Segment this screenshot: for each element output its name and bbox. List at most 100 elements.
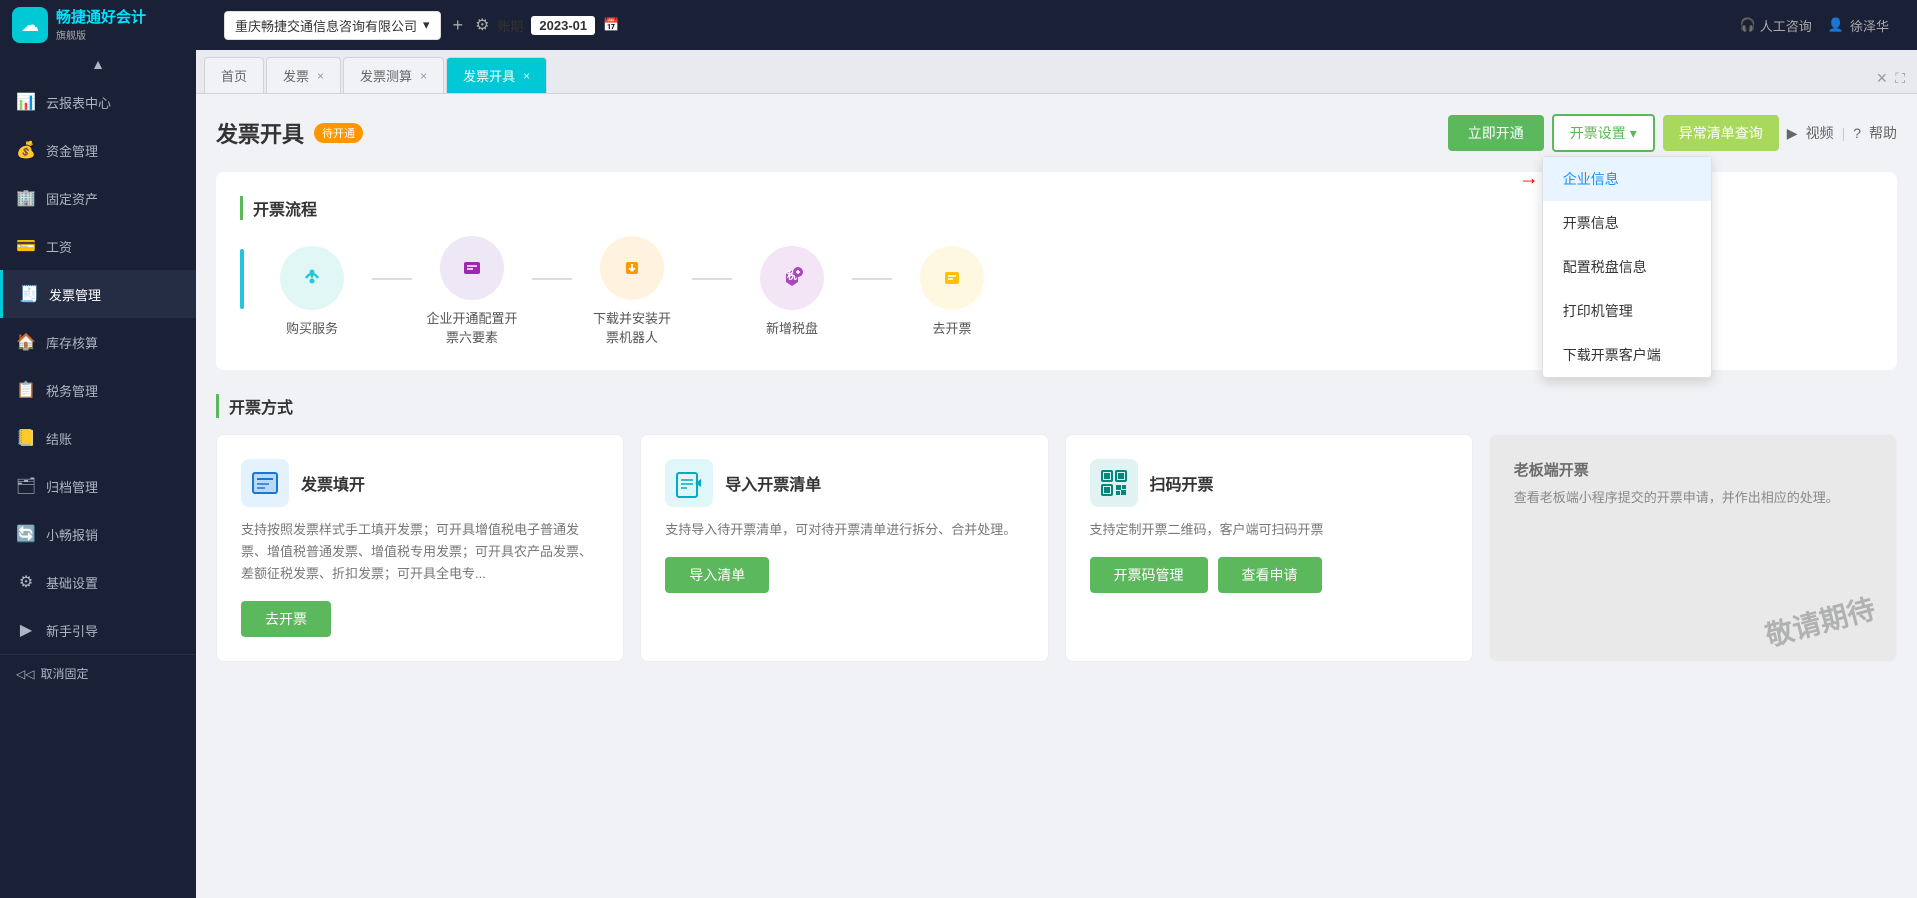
sidebar-item-label: 基础设置 <box>46 573 98 592</box>
sidebar-item-label: 发票管理 <box>49 285 101 304</box>
methods-section: 开票方式 <box>216 394 1897 662</box>
dropdown-download-client-label: 下载开票客户端 <box>1563 347 1661 363</box>
video-label[interactable]: 视频 <box>1806 123 1834 143</box>
settings-icon: ⚙ <box>16 572 36 592</box>
sidebar-item-label: 库存核算 <box>46 333 98 352</box>
sidebar-item-archive[interactable]: 🗂 归档管理 <box>0 462 196 510</box>
method-boss-title: 老板端开票 <box>1514 459 1872 480</box>
sidebar-item-expense[interactable]: 🔄 小畅报销 <box>0 510 196 558</box>
sidebar-item-label: 结账 <box>46 429 72 448</box>
sidebar-item-label: 工资 <box>46 237 72 256</box>
sidebar-item-fund[interactable]: 💰 资金管理 <box>0 126 196 174</box>
sidebar-item-settlement[interactable]: 📒 结账 <box>0 414 196 462</box>
flow-arrow-4 <box>852 278 892 280</box>
method-card-boss: 老板端开票 查看老板端小程序提交的开票申请，并作出相应的处理。 敬请期待 <box>1489 434 1897 662</box>
flow-arrow-2 <box>532 278 572 280</box>
support-button[interactable]: 🎧 人工咨询 <box>1740 16 1812 35</box>
payroll-icon: 💳 <box>16 236 36 256</box>
invoice-icon: 🧾 <box>19 284 39 304</box>
method-scan-buttons: 开票码管理 查看申请 <box>1090 557 1448 593</box>
separator: | <box>1842 125 1846 141</box>
headset-icon: 🎧 <box>1740 17 1756 33</box>
method-import-desc: 支持导入待开票清单，可对待开票清单进行拆分、合并处理。 <box>665 519 1023 541</box>
tab-invoice-calc-close[interactable]: × <box>420 69 427 83</box>
dropdown-item-tax-disk[interactable]: 配置税盘信息 <box>1543 245 1711 289</box>
cloud-report-icon: 📊 <box>16 92 36 112</box>
dropdown-item-printer[interactable]: 打印机管理 <box>1543 289 1711 333</box>
invoice-settings-label: 开票设置 <box>1570 123 1626 143</box>
tab-invoice-calc[interactable]: 发票测算 × <box>343 57 444 93</box>
flow-step-go-issue: 去开票 <box>892 246 1012 337</box>
expense-icon: 🔄 <box>16 524 36 544</box>
method-import-header: 导入开票清单 <box>665 459 1023 507</box>
support-label: 人工咨询 <box>1760 16 1812 35</box>
sidebar-item-cloud-report[interactable]: 📊 云报表中心 <box>0 78 196 126</box>
calendar-icon[interactable]: 📅 <box>603 17 619 33</box>
sidebar-item-settings[interactable]: ⚙ 基础设置 <box>0 558 196 606</box>
tab-invoice-issue[interactable]: 发票开具 × <box>446 57 547 93</box>
tab-invoice-issue-close[interactable]: × <box>523 69 530 83</box>
video-play-icon[interactable]: ▶ <box>1787 125 1798 142</box>
methods-grid: 发票填开 支持按照发票样式手工填开发票；可开具增值税电子普通发票、增值税普通发票… <box>216 434 1897 662</box>
inventory-icon: 🏠 <box>16 332 36 352</box>
flow-step-config-icon <box>440 236 504 300</box>
close-window-icon[interactable]: × <box>1877 68 1888 89</box>
sidebar-item-fixed-assets[interactable]: 🏢 固定资产 <box>0 174 196 222</box>
chevron-down-icon: ▾ <box>1630 125 1637 142</box>
page-title: 发票开具 <box>216 117 304 149</box>
tab-home[interactable]: 首页 <box>204 57 264 93</box>
settings-icon[interactable]: ⚙ <box>475 15 489 35</box>
sidebar-item-label: 税务管理 <box>46 381 98 400</box>
sidebar-item-payroll[interactable]: 💳 工资 <box>0 222 196 270</box>
activate-button[interactable]: 立即开通 <box>1448 115 1544 151</box>
method-scan-title: 扫码开票 <box>1150 471 1214 495</box>
dropdown-company-info-label: 企业信息 <box>1563 171 1619 187</box>
sidebar-scroll-up[interactable]: ▲ <box>0 50 196 78</box>
flow-step-download: 下载并安装开票机器人 <box>572 236 692 346</box>
method-scan-qrcode-btn[interactable]: 开票码管理 <box>1090 557 1208 593</box>
invoice-settings-button[interactable]: 开票设置 ▾ <box>1552 114 1655 152</box>
sidebar-item-invoice[interactable]: 🧾 发票管理 <box>0 270 196 318</box>
flow-step-download-label: 下载并安装开票机器人 <box>587 308 677 346</box>
cancel-fixed-label: 取消固定 <box>40 665 88 682</box>
dropdown-item-invoice-info[interactable]: 开票信息 <box>1543 201 1711 245</box>
cancel-fixed-button[interactable]: ◁◁ 取消固定 <box>0 654 196 692</box>
tab-invoice[interactable]: 发票 × <box>266 57 341 93</box>
help-label[interactable]: 帮助 <box>1869 123 1897 143</box>
method-fill-btn[interactable]: 去开票 <box>241 601 331 637</box>
app-logo-sub: 旗舰版 <box>56 27 146 42</box>
flow-step-add-tax: 税 新增税盘 <box>732 246 852 337</box>
user-name: 徐泽华 <box>1850 16 1889 35</box>
user-menu[interactable]: 👤 徐泽华 <box>1828 16 1889 35</box>
sidebar-item-label: 新手引导 <box>46 621 98 640</box>
method-fill-desc: 支持按照发票样式手工填开发票；可开具增值税电子普通发票、增值税普通发票、增值税专… <box>241 519 599 585</box>
help-icon[interactable]: ? <box>1853 125 1861 141</box>
abnormal-list-button[interactable]: 异常清单查询 <box>1663 115 1779 151</box>
flow-step-buy-label: 购买服务 <box>286 318 338 337</box>
method-import-title: 导入开票清单 <box>725 471 821 495</box>
method-boss-overlay: 敬请期待 <box>1761 587 1880 655</box>
methods-section-title: 开票方式 <box>216 394 1897 418</box>
flow-step-download-icon <box>600 236 664 300</box>
tab-invoice-close[interactable]: × <box>317 69 324 83</box>
settings-dropdown-container: 开票设置 ▾ → 企业信息 开票信息 <box>1552 114 1655 152</box>
sidebar-item-guide[interactable]: ▶ 新手引导 <box>0 606 196 654</box>
company-selector[interactable]: 重庆畅捷交通信息咨询有限公司 ▾ <box>224 11 441 40</box>
method-import-icon <box>665 459 713 507</box>
dropdown-item-download-client[interactable]: 下载开票客户端 <box>1543 333 1711 377</box>
app-logo-text: 畅捷通好会计 <box>56 9 146 27</box>
sidebar-item-label: 固定资产 <box>46 189 98 208</box>
sidebar-item-tax[interactable]: 📋 税务管理 <box>0 366 196 414</box>
method-import-btn[interactable]: 导入清单 <box>665 557 769 593</box>
sidebar-item-inventory[interactable]: 🏠 库存核算 <box>0 318 196 366</box>
status-badge: 待开通 <box>314 123 363 143</box>
add-button[interactable]: + <box>449 15 468 36</box>
red-arrow-icon: → <box>1519 168 1539 191</box>
tax-icon: 📋 <box>16 380 36 400</box>
maximize-icon[interactable]: ⛶ <box>1895 70 1905 87</box>
dropdown-item-company-info[interactable]: → 企业信息 <box>1543 157 1711 201</box>
tab-invoice-label: 发票 <box>283 66 309 85</box>
flow-arrow-3 <box>692 278 732 280</box>
method-scan-view-btn[interactable]: 查看申请 <box>1218 557 1322 593</box>
guide-icon: ▶ <box>16 620 36 640</box>
